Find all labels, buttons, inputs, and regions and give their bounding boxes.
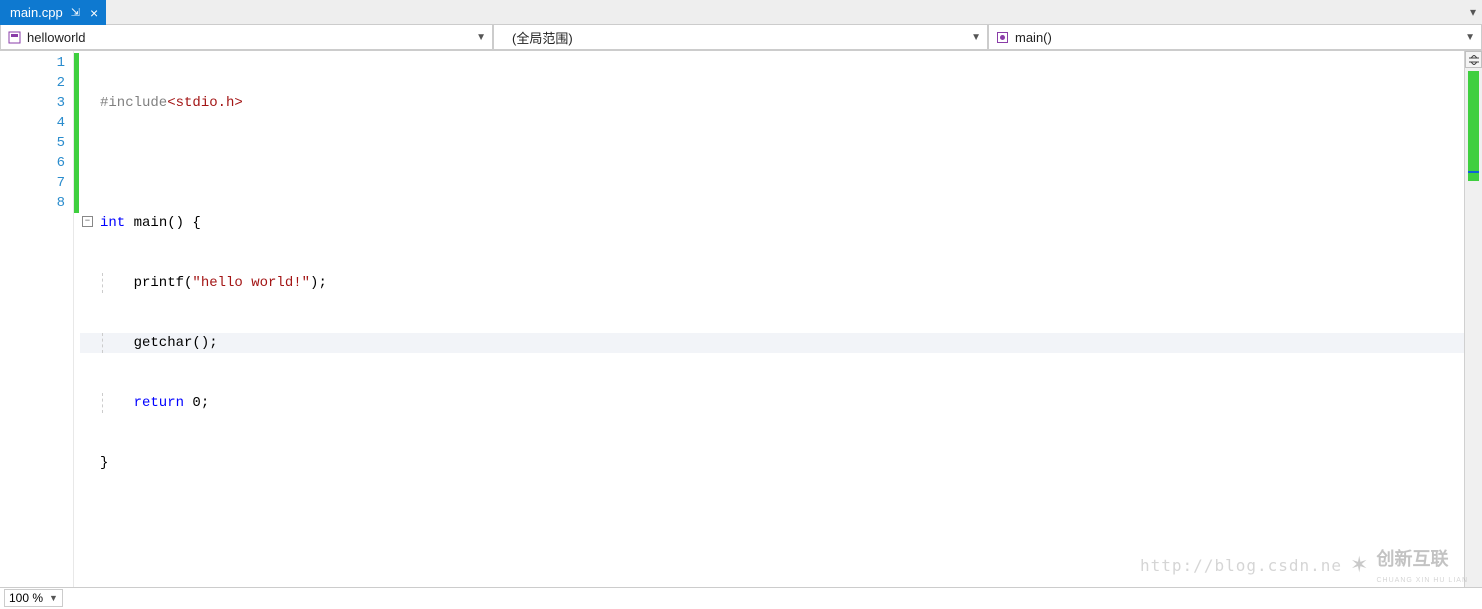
change-mark [74, 53, 79, 213]
code-line: −int main() { [80, 213, 1464, 233]
code-line: return 0; [80, 393, 1464, 413]
chevron-down-icon: ▼ [971, 32, 981, 43]
zoom-value: 100 % [9, 591, 43, 605]
close-icon[interactable]: × [88, 5, 100, 21]
scope-combo[interactable]: (全局范围) ▼ [493, 25, 988, 50]
scope-label: (全局范围) [512, 28, 573, 47]
tab-bar-spacer [106, 0, 1464, 24]
line-number: 1 [0, 53, 65, 73]
overview-ruler [1468, 71, 1479, 573]
line-number: 6 [0, 153, 65, 173]
code-line: #include<stdio.h> [80, 93, 1464, 113]
editor-status-bar: 100 % ▼ [0, 588, 1482, 608]
file-tab-main-cpp[interactable]: main.cpp ⇲ × [0, 0, 106, 25]
vertical-scrollbar[interactable] [1464, 51, 1482, 587]
line-number: 2 [0, 73, 65, 93]
chevron-down-icon: ▼ [49, 593, 58, 603]
line-number: 3 [0, 93, 65, 113]
indent-guide [102, 273, 103, 293]
code-line: } [80, 453, 1464, 473]
code-line: printf("hello world!"); [80, 273, 1464, 293]
overview-change-mark [1468, 71, 1479, 181]
line-number: 7 [0, 173, 65, 193]
zoom-dropdown[interactable]: 100 % ▼ [4, 589, 63, 607]
code-line-current: getchar(); [80, 333, 1464, 353]
fold-collapse-icon[interactable]: − [82, 216, 93, 227]
indent-guide [102, 393, 103, 413]
chevron-down-icon: ▼ [476, 32, 486, 43]
split-window-button[interactable] [1465, 51, 1482, 68]
project-name: helloworld [27, 30, 86, 45]
code-line [80, 153, 1464, 173]
code-text-area[interactable]: #include<stdio.h> −int main() { printf("… [80, 51, 1464, 587]
line-number: 4 [0, 113, 65, 133]
line-number: 5 [0, 133, 65, 153]
tab-filename: main.cpp [10, 5, 63, 20]
member-combo[interactable]: main() ▼ [988, 25, 1482, 50]
navigation-bar: helloworld ▼ (全局范围) ▼ main() ▼ [0, 25, 1482, 51]
line-number: 8 [0, 193, 65, 213]
chevron-down-icon: ▼ [1465, 32, 1475, 43]
member-name: main() [1015, 30, 1052, 45]
overview-caret-mark [1468, 171, 1479, 173]
code-line [80, 513, 1464, 533]
tab-overflow-menu[interactable]: ▾ [1464, 0, 1482, 24]
code-editor: 1 2 3 4 5 6 7 8 #include<stdio.h> −int m… [0, 51, 1482, 588]
document-tab-bar: main.cpp ⇲ × ▾ [0, 0, 1482, 25]
pin-icon[interactable]: ⇲ [71, 6, 80, 19]
project-icon [7, 30, 21, 44]
indent-guide [102, 333, 103, 353]
method-icon [995, 30, 1009, 44]
line-number-gutter: 1 2 3 4 5 6 7 8 [0, 51, 74, 587]
project-combo[interactable]: helloworld ▼ [0, 25, 493, 50]
